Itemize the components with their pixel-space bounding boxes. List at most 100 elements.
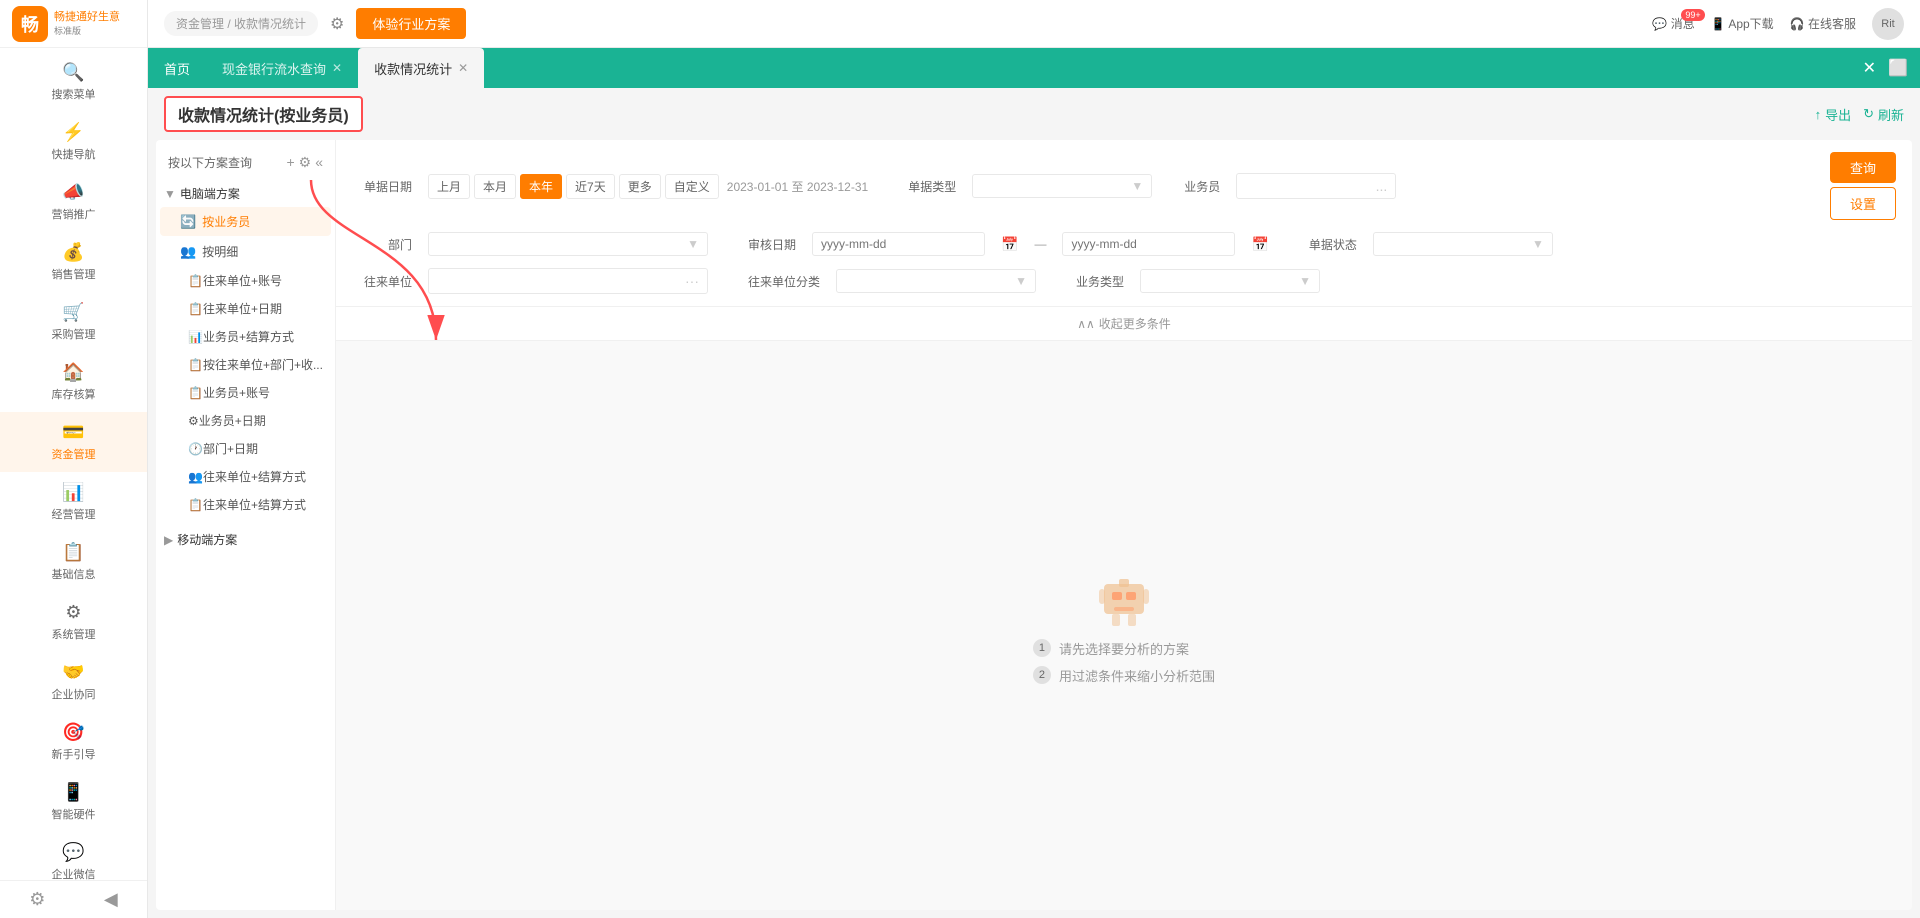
set-button[interactable]: 设置 xyxy=(1830,187,1896,220)
hardware-icon: 📱 xyxy=(62,782,84,803)
scheme-group-desktop-title[interactable]: ▼ 电脑端方案 xyxy=(156,181,335,206)
sidebar-item-finance[interactable]: 💳 资金管理 xyxy=(0,412,147,472)
sidebar-bottom: ⚙ ◀ xyxy=(0,880,147,918)
date-btn-more[interactable]: 更多 xyxy=(619,174,661,199)
query-buttons: 查询 设置 xyxy=(1830,152,1896,220)
left-panel: 按以下方案查询 + ⚙ « ▼ 电脑端方案 🔄 按业务员 xyxy=(156,140,336,910)
scheme-item-salesman-account[interactable]: 📋 业务员+账号 xyxy=(160,379,331,406)
scheme-item-unit-settle2[interactable]: 📋 往来单位+结算方式 xyxy=(160,491,331,518)
tab-bankflow-label: 现金银行流水查询 xyxy=(222,59,326,78)
sidebar-item-quicknav[interactable]: ⚡ 快捷导航 xyxy=(0,112,147,172)
unit-category-select[interactable]: ▼ xyxy=(836,269,1036,293)
refresh-button[interactable]: ↻ 刷新 xyxy=(1863,105,1904,124)
tab-bankflow-close[interactable]: ✕ xyxy=(332,61,342,75)
sidebar-label-purchase: 采购管理 xyxy=(52,326,96,342)
sidebar-label-basic: 基础信息 xyxy=(52,566,96,582)
biz-type-select[interactable]: ▼ xyxy=(1140,269,1320,293)
online-service[interactable]: 🎧 在线客服 xyxy=(1790,15,1856,32)
scheme-item-by-detail[interactable]: 👥 按明细 xyxy=(160,237,331,266)
date-btn-last-month[interactable]: 上月 xyxy=(428,174,470,199)
date-btn-7days[interactable]: 近7天 xyxy=(566,174,615,199)
breadcrumb: 资金管理 / 收款情况统计 xyxy=(164,11,318,36)
sidebar-item-sales[interactable]: 💰 销售管理 xyxy=(0,232,147,292)
biz-type-arrow: ▼ xyxy=(1299,274,1311,288)
scheme-item-salesman-settle[interactable]: 📊 业务员+结算方式 xyxy=(160,323,331,350)
scheme-item-unit-account[interactable]: 📋 往来单位+账号 xyxy=(160,267,331,294)
sidebar-item-wechat[interactable]: 💬 企业微信 xyxy=(0,832,147,880)
top-header: 资金管理 / 收款情况统计 ⚙ 体验行业方案 💬 消息 99+ 📱 App下载 … xyxy=(148,0,1920,48)
logo-badge: 标准版 xyxy=(54,24,120,37)
left-panel-title: 按以下方案查询 xyxy=(168,154,252,171)
logo-char: 畅 xyxy=(21,11,39,37)
window-close-button[interactable]: ✕ xyxy=(1863,58,1876,78)
review-from-calendar-icon[interactable]: 📅 xyxy=(1001,236,1018,253)
export-button[interactable]: ↑ 导出 xyxy=(1815,105,1852,124)
add-scheme-icon[interactable]: + xyxy=(286,154,294,171)
collapse-panel-icon[interactable]: « xyxy=(315,154,323,171)
scheme-settings-icon[interactable]: ⚙ xyxy=(299,154,312,171)
sidebar-item-hardware[interactable]: 📱 智能硬件 xyxy=(0,772,147,832)
collapse-sidebar-icon[interactable]: ◀ xyxy=(104,889,118,910)
message-badge[interactable]: 💬 消息 99+ xyxy=(1652,15,1694,32)
review-from-input[interactable] xyxy=(812,232,985,256)
scheme-label-by-detail: 按明细 xyxy=(202,243,238,260)
window-maximize-button[interactable]: ⬜ xyxy=(1888,58,1908,78)
empty-state: 1 请先选择要分析的方案 2 用过滤条件来缩小分析范围 xyxy=(336,341,1912,910)
sidebar-item-purchase[interactable]: 🛒 采购管理 xyxy=(0,292,147,352)
filter-row-2: 部门 ▼ 审核日期 📅 — 📅 单据状态 xyxy=(352,232,1896,256)
service-label: 在线客服 xyxy=(1808,17,1856,31)
sidebar-item-search[interactable]: 🔍 搜索菜单 xyxy=(0,52,147,112)
date-quick-select: 上月 本月 本年 近7天 更多 自定义 2023-01-01 至 2023-12… xyxy=(428,174,868,199)
dept-select[interactable]: ▼ xyxy=(428,232,708,256)
scheme-item-dept-date[interactable]: 🕐 部门+日期 xyxy=(160,435,331,462)
scheme-label-salesman-account: 业务员+账号 xyxy=(203,384,270,401)
tab-home[interactable]: 首页 xyxy=(148,48,206,88)
unit-dept-icon: 📋 xyxy=(188,358,203,372)
scheme-item-unit-dept-recv[interactable]: 📋 按往来单位+部门+收... xyxy=(160,351,331,378)
tab-receipt-label: 收款情况统计 xyxy=(374,59,452,78)
unit-category-label: 往来单位分类 xyxy=(748,273,820,290)
scheme-item-salesman-date[interactable]: ⚙ 业务员+日期 xyxy=(160,407,331,434)
tab-receipt-close[interactable]: ✕ xyxy=(458,61,468,75)
message-count: 99+ xyxy=(1681,9,1704,21)
group-label-desktop: 电脑端方案 xyxy=(180,185,240,202)
tab-receipt[interactable]: 收款情况统计 ✕ xyxy=(358,48,484,88)
scheme-item-unit-settle1[interactable]: 👥 往来单位+结算方式 xyxy=(160,463,331,490)
review-to-calendar-icon[interactable]: 📅 xyxy=(1251,236,1268,253)
app-icon: 📱 xyxy=(1711,17,1726,31)
filter-row-1: 单据日期 上月 本月 本年 近7天 更多 自定义 2023-01-01 至 20… xyxy=(352,152,1896,220)
trial-button[interactable]: 体验行业方案 xyxy=(356,8,466,39)
scheme-item-unit-date[interactable]: 📋 往来单位+日期 xyxy=(160,295,331,322)
settings-bottom-icon[interactable]: ⚙ xyxy=(29,889,45,910)
tab-bankflow[interactable]: 现金银行流水查询 ✕ xyxy=(206,48,358,88)
sidebar-item-basic[interactable]: 📋 基础信息 xyxy=(0,532,147,592)
sidebar-item-warehouse[interactable]: 🏠 库存核算 xyxy=(0,352,147,412)
collapse-bar[interactable]: ∧∧ 收起更多条件 xyxy=(336,307,1912,341)
date-btn-this-year[interactable]: 本年 xyxy=(520,174,562,199)
unit-select[interactable]: ··· xyxy=(428,268,708,294)
date-btn-this-month[interactable]: 本月 xyxy=(474,174,516,199)
sidebar-item-enterprise[interactable]: 🤝 企业协同 xyxy=(0,652,147,712)
sidebar-item-system[interactable]: ⚙ 系统管理 xyxy=(0,592,147,652)
purchase-icon: 🛒 xyxy=(62,302,84,323)
review-to-input[interactable] xyxy=(1062,232,1235,256)
status-select[interactable]: ▼ xyxy=(1373,232,1553,256)
unit-dots[interactable]: ··· xyxy=(685,273,699,289)
sidebar-item-operation[interactable]: 📊 经营管理 xyxy=(0,472,147,532)
header-gear-icon[interactable]: ⚙ xyxy=(330,14,344,34)
sidebar-item-marketing[interactable]: 📣 营销推广 xyxy=(0,172,147,232)
scheme-item-by-salesman[interactable]: 🔄 按业务员 xyxy=(160,207,331,236)
date-dash: — xyxy=(1034,237,1046,251)
status-arrow: ▼ xyxy=(1532,237,1544,251)
query-button[interactable]: 查询 xyxy=(1830,152,1896,183)
sidebar-label-system: 系统管理 xyxy=(52,626,96,642)
date-btn-custom[interactable]: 自定义 xyxy=(665,174,719,199)
sidebar-item-newbie[interactable]: 🎯 新手引导 xyxy=(0,712,147,772)
user-avatar[interactable]: Rit xyxy=(1872,8,1904,40)
salesperson-select[interactable]: ... xyxy=(1236,173,1396,199)
tip1-text: 请先选择要分析的方案 xyxy=(1059,639,1189,658)
app-download[interactable]: 📱 App下载 xyxy=(1711,15,1774,32)
salesperson-dots[interactable]: ... xyxy=(1376,178,1388,194)
type-select[interactable]: ▼ xyxy=(972,174,1152,198)
scheme-group-mobile-title[interactable]: ▶ 移动端方案 xyxy=(156,527,335,552)
